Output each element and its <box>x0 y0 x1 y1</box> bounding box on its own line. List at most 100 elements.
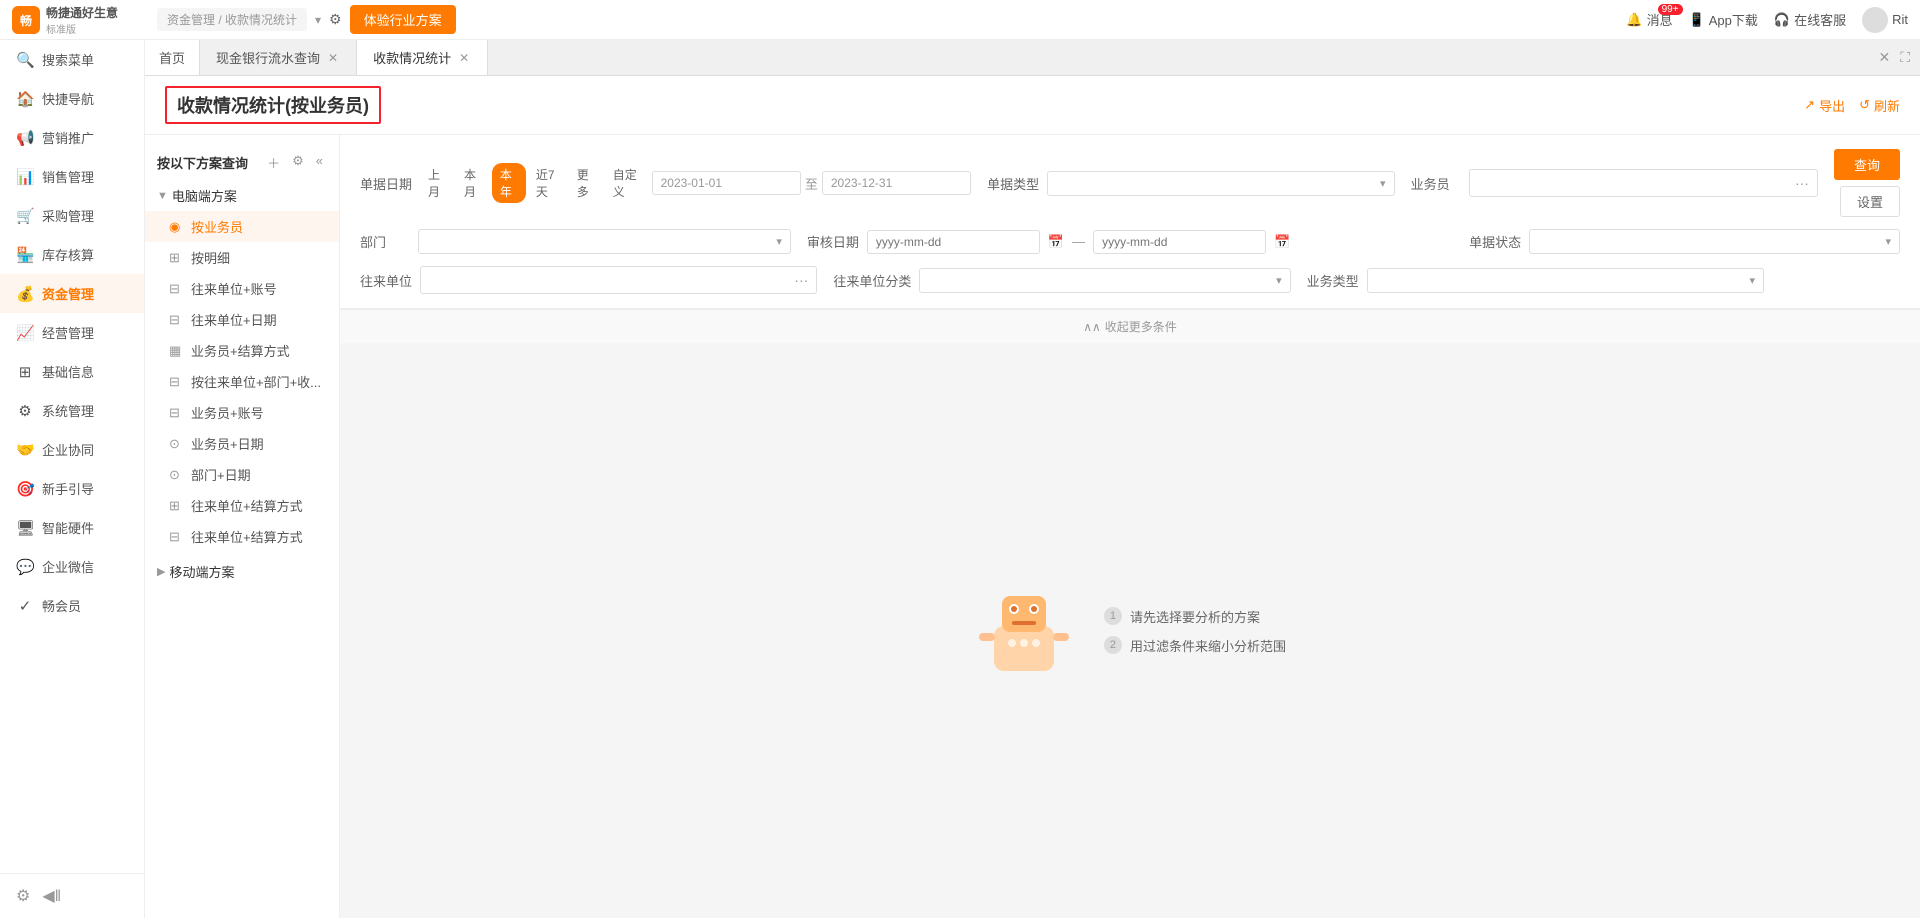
sidebar-item-vip[interactable]: ✓ 畅会员 <box>0 586 144 625</box>
sidebar-item-cooperation[interactable]: 🤝 企业协同 <box>0 430 144 469</box>
date-start-input[interactable] <box>652 171 801 195</box>
counterpart-dots-icon[interactable]: ··· <box>794 272 808 288</box>
doc-status-chevron-icon: ▾ <box>1885 235 1891 248</box>
date-tab-custom[interactable]: 自定义 <box>605 163 648 203</box>
tab-receipt-stat-close-icon[interactable]: ✕ <box>457 49 471 67</box>
salesperson-select[interactable]: ··· <box>1469 169 1818 197</box>
basic-icon: ⊞ <box>16 363 34 381</box>
sidebar-item-search[interactable]: 🔍 搜索菜单 <box>0 40 144 79</box>
tab-bank-flow-close-icon[interactable]: ✕ <box>326 49 340 67</box>
business-type-select[interactable]: ▾ <box>1367 268 1764 293</box>
doc-status-select[interactable]: ▾ <box>1529 229 1900 254</box>
hint-text-1: 请先选择要分析的方案 <box>1130 607 1260 626</box>
breadcrumb-chevron-icon[interactable]: ▾ <box>315 13 321 27</box>
date-tab-this-year[interactable]: 本年 <box>492 163 526 203</box>
date-end-input[interactable] <box>822 171 971 195</box>
online-service-label: 在线客服 <box>1794 10 1846 29</box>
breadcrumb: 资金管理 / 收款情况统计 <box>157 8 307 31</box>
sidebar-item-sales[interactable]: 📊 销售管理 <box>0 157 144 196</box>
date-tab-this-month[interactable]: 本月 <box>456 163 490 203</box>
maximize-icon[interactable]: ⛶ <box>1900 49 1910 66</box>
salesperson-dots-icon[interactable]: ··· <box>1795 175 1809 191</box>
notifications-button[interactable]: 🔔 消息 99+ <box>1626 10 1672 29</box>
sidebar-bottom: ⚙ ◀‖ <box>0 873 144 918</box>
review-date-start-input[interactable] <box>867 230 1040 254</box>
scheme-item-unit-settle2[interactable]: ⊟ 往来单位+结算方式 <box>145 521 339 552</box>
sidebar-collapse-icon[interactable]: ◀‖ <box>38 882 65 910</box>
tab-receipt-stat[interactable]: 收款情况统计 ✕ <box>357 40 488 75</box>
date-tab-more[interactable]: 更多 <box>569 163 603 203</box>
scheme-group-mobile-title[interactable]: ▶ 移动端方案 <box>145 556 339 587</box>
date-field-label: 单据日期 <box>360 174 412 193</box>
tab-home-label: 首页 <box>159 48 185 67</box>
review-date-end-input[interactable] <box>1093 230 1266 254</box>
sidebar-item-purchase[interactable]: 🛒 采购管理 <box>0 196 144 235</box>
sidebar-item-operations[interactable]: 📈 经营管理 <box>0 313 144 352</box>
settings-button[interactable]: 设置 <box>1840 186 1900 217</box>
robot-svg <box>974 581 1074 681</box>
scheme-item-salesperson-account[interactable]: ⊟ 业务员+账号 <box>145 397 339 428</box>
query-button[interactable]: 查询 <box>1834 149 1900 180</box>
scheme-item-salesperson-date[interactable]: ⊙ 业务员+日期 <box>145 428 339 459</box>
scheme-settings-icon[interactable]: ⚙ <box>288 151 308 174</box>
counterpart-category-select[interactable]: ▾ <box>919 268 1290 293</box>
counterpart-select[interactable]: ··· <box>420 266 817 294</box>
sidebar-item-finance[interactable]: 💰 资金管理 <box>0 274 144 313</box>
sidebar-item-wechat[interactable]: 💬 企业微信 <box>0 547 144 586</box>
doc-type-select[interactable]: ▾ <box>1047 171 1394 196</box>
top-nav: 资金管理 / 收款情况统计 ▾ ⚙ 体验行业方案 <box>157 5 1626 34</box>
refresh-button[interactable]: ↺ 刷新 <box>1859 96 1900 115</box>
dept-field: 部门 ▾ <box>360 229 791 254</box>
add-scheme-button[interactable]: ＋ <box>263 151 284 174</box>
scheme-item-by-detail[interactable]: ⊞ 按明细 <box>145 242 339 273</box>
trial-button[interactable]: 体验行业方案 <box>350 5 456 34</box>
sidebar-item-basic[interactable]: ⊞ 基础信息 <box>0 352 144 391</box>
collapse-more-btn[interactable]: ∧∧ 收起更多条件 <box>340 309 1920 343</box>
tab-bank-flow[interactable]: 现金银行流水查询 ✕ <box>200 40 357 75</box>
scheme-item-unit-settle1[interactable]: ⊞ 往来单位+结算方式 <box>145 490 339 521</box>
sidebar-item-marketing[interactable]: 📢 营销推广 <box>0 118 144 157</box>
date-tab-last-month[interactable]: 上月 <box>420 163 454 203</box>
settings-icon[interactable]: ⚙ <box>329 11 342 28</box>
sidebar-item-quicknav[interactable]: 🏠 快捷导航 <box>0 79 144 118</box>
scheme-item-label-detail: 按明细 <box>191 248 230 267</box>
doc-type-field: 单据类型 ▾ <box>987 171 1394 196</box>
scheme-item-salesperson-settle[interactable]: ▦ 业务员+结算方式 <box>145 335 339 366</box>
calendar-start-icon[interactable]: 📅 <box>1048 234 1064 250</box>
scheme-collapse-icon[interactable]: « <box>312 151 327 174</box>
salesperson-label: 业务员 <box>1411 174 1461 193</box>
review-date-separator: — <box>1072 234 1085 249</box>
sidebar-item-inventory[interactable]: 🏪 库存核算 <box>0 235 144 274</box>
business-type-chevron-icon: ▾ <box>1749 274 1755 287</box>
scheme-item-icon-salesperson-settle: ▦ <box>169 343 185 359</box>
user-profile[interactable]: Rit <box>1862 7 1908 33</box>
scheme-item-icon-unit-dept: ⊟ <box>169 374 185 390</box>
sidebar-item-guide[interactable]: 🎯 新手引导 <box>0 469 144 508</box>
sidebar-settings-icon[interactable]: ⚙ <box>12 882 34 910</box>
main-layout: 🔍 搜索菜单 🏠 快捷导航 📢 营销推广 📊 销售管理 🛒 采购管理 🏪 库存核… <box>0 40 1920 918</box>
calendar-end-icon[interactable]: 📅 <box>1274 234 1290 250</box>
page-header: 收款情况统计(按业务员) ↗ 导出 ↺ 刷新 <box>145 76 1920 135</box>
app-download-button[interactable]: 📱 App下载 <box>1689 10 1758 29</box>
scheme-item-dept-date[interactable]: ⊙ 部门+日期 <box>145 459 339 490</box>
export-button[interactable]: ↗ 导出 <box>1804 96 1845 115</box>
close-window-icon[interactable]: ✕ <box>1878 49 1890 66</box>
sidebar-label-search: 搜索菜单 <box>42 50 94 69</box>
username: Rit <box>1892 12 1908 27</box>
tab-home[interactable]: 首页 <box>145 40 200 75</box>
scheme-item-unit-account[interactable]: ⊟ 往来单位+账号 <box>145 273 339 304</box>
scheme-item-unit-date[interactable]: ⊟ 往来单位+日期 <box>145 304 339 335</box>
sidebar-item-hardware[interactable]: 🖥 智能硬件 <box>0 508 144 547</box>
sidebar: 🔍 搜索菜单 🏠 快捷导航 📢 营销推广 📊 销售管理 🛒 采购管理 🏪 库存核… <box>0 40 145 918</box>
scheme-item-unit-dept-receipt[interactable]: ⊟ 按往来单位+部门+收... <box>145 366 339 397</box>
date-tab-last7[interactable]: 近7天 <box>528 163 567 203</box>
sidebar-item-system[interactable]: ⚙ 系统管理 <box>0 391 144 430</box>
online-service-button[interactable]: 🎧 在线客服 <box>1774 10 1846 29</box>
dept-select[interactable]: ▾ <box>418 229 791 254</box>
scheme-item-by-salesperson[interactable]: ◉ 按业务员 <box>145 211 339 242</box>
sidebar-label-sales: 销售管理 <box>42 167 94 186</box>
date-tabs: 上月 本月 本年 近7天 更多 自定义 <box>420 163 648 203</box>
empty-hint-2: 2 用过滤条件来缩小分析范围 <box>1104 636 1286 655</box>
cooperation-icon: 🤝 <box>16 441 34 459</box>
scheme-group-desktop-title[interactable]: ▼ 电脑端方案 <box>145 180 339 211</box>
